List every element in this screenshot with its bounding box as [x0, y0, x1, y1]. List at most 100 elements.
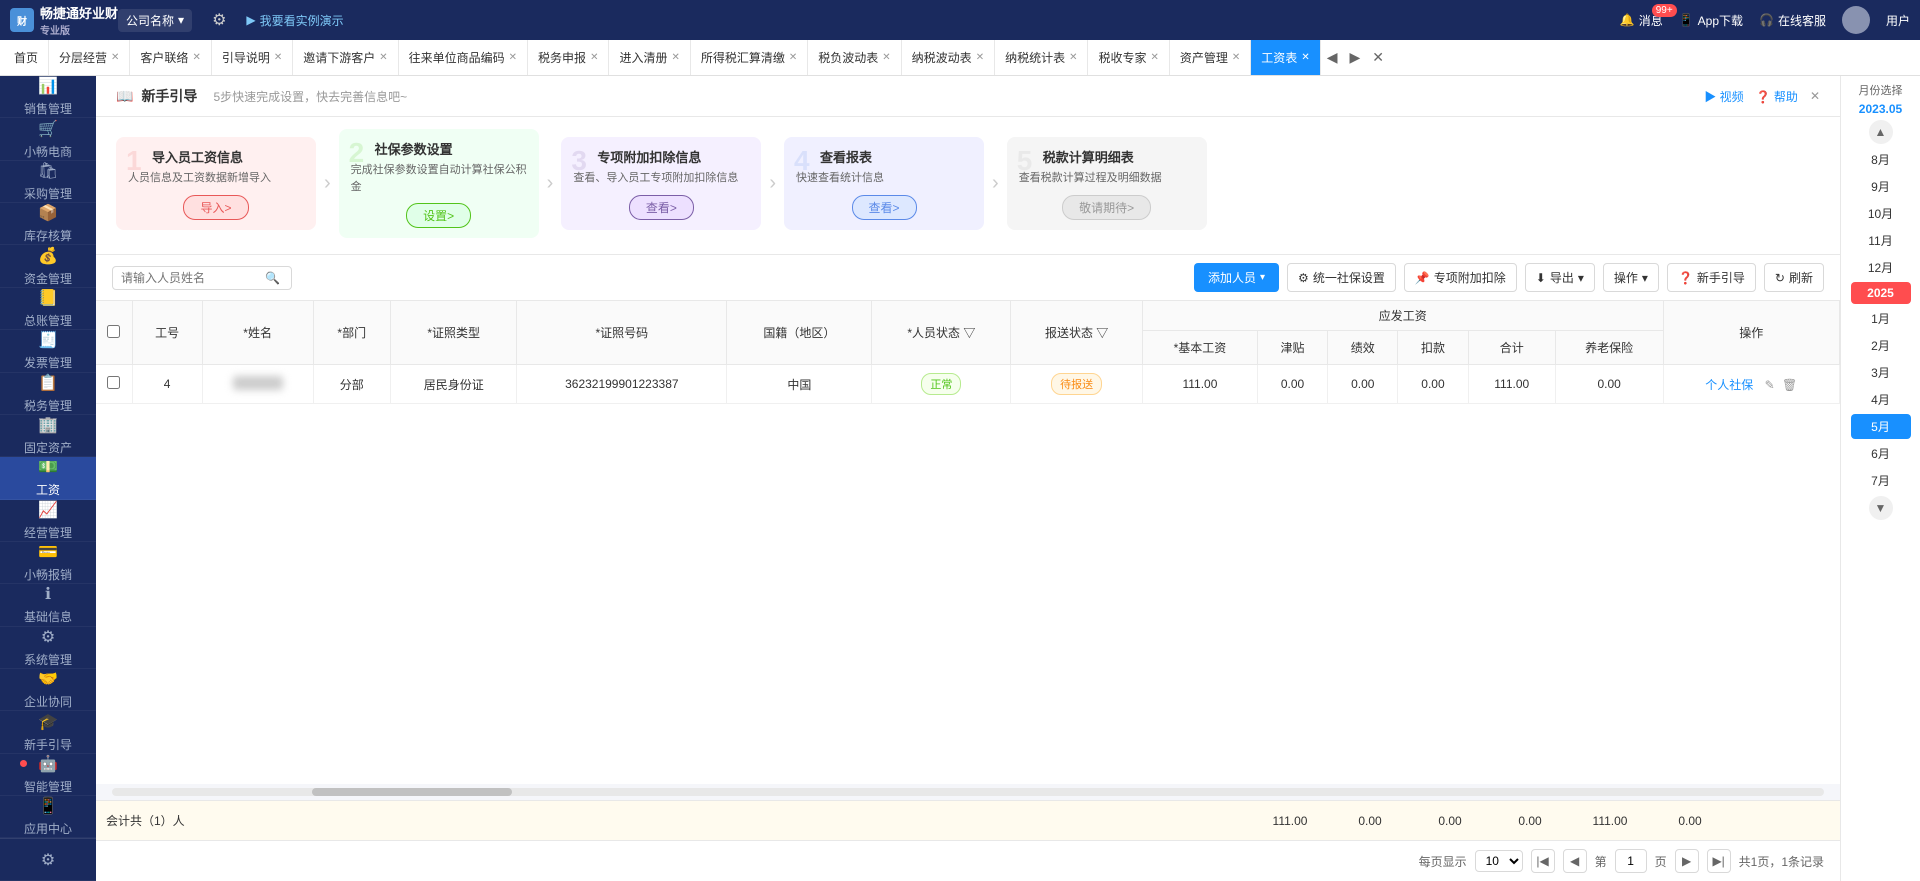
sidebar-item-purchase[interactable]: 🛍 采购管理: [0, 161, 96, 203]
step-btn-2[interactable]: 设置>: [406, 203, 471, 228]
sidebar-item-app-center[interactable]: 📱 应用中心: [0, 796, 96, 838]
next-page-btn[interactable]: ▶: [1675, 849, 1699, 873]
search-input[interactable]: [121, 271, 261, 285]
tab-qingce[interactable]: 进入清册✕: [609, 40, 690, 76]
add-person-button[interactable]: 添加人员 ▾: [1194, 263, 1279, 292]
avatar[interactable]: [1842, 6, 1870, 34]
sidebar-item-ecommerce[interactable]: 🛒 小畅电商: [0, 118, 96, 160]
sidebar-item-salary[interactable]: 💵 工资: [0, 457, 96, 499]
month-item-11[interactable]: 11月: [1851, 228, 1911, 253]
tab-close-icon[interactable]: ✕: [1151, 52, 1159, 63]
tab-close-icon[interactable]: ✕: [1069, 52, 1077, 63]
tab-next-btn[interactable]: ▶: [1343, 49, 1366, 66]
tab-home[interactable]: 首页: [4, 40, 49, 76]
export-btn[interactable]: ⬇ 导出 ▾: [1525, 263, 1595, 292]
refresh-btn[interactable]: ↻ 刷新: [1764, 263, 1824, 292]
horizontal-scrollbar[interactable]: [112, 788, 1824, 796]
sidebar-item-newbie[interactable]: 🎓 新手引导: [0, 711, 96, 753]
first-page-btn[interactable]: |◀: [1531, 849, 1555, 873]
tab-tax-wave[interactable]: 税负波动表✕: [808, 40, 901, 76]
tab-assets[interactable]: 资产管理✕: [1170, 40, 1251, 76]
app-download-button[interactable]: 📱 App下载: [1679, 12, 1743, 29]
row-checkbox[interactable]: [107, 376, 120, 389]
prev-page-btn[interactable]: ◀: [1563, 849, 1587, 873]
tab-income-tax[interactable]: 所得税汇算清缴✕: [691, 40, 808, 76]
sidebar-item-operation[interactable]: 📈 经营管理: [0, 500, 96, 542]
filter-icon[interactable]: ▽: [963, 326, 975, 340]
step-btn-3[interactable]: 查看>: [629, 195, 694, 220]
tab-close-icon[interactable]: ✕: [1232, 52, 1240, 63]
sidebar-item-finance[interactable]: 💰 资金管理: [0, 245, 96, 287]
tab-pay-wave[interactable]: 纳税波动表✕: [902, 40, 995, 76]
tab-close-icon[interactable]: ✕: [274, 52, 282, 63]
tab-invite[interactable]: 邀请下游客户✕: [293, 40, 398, 76]
step-btn-5[interactable]: 敬请期待>: [1062, 195, 1151, 220]
month-item-6[interactable]: 6月: [1851, 441, 1911, 466]
sidebar-item-sales[interactable]: 📊 销售管理: [0, 76, 96, 118]
sidebar-item-settings[interactable]: ⚙: [0, 838, 96, 881]
tab-close-all-btn[interactable]: ✕: [1366, 49, 1390, 66]
last-page-btn[interactable]: ▶|: [1707, 849, 1731, 873]
month-up-btn[interactable]: ▲: [1869, 120, 1893, 144]
message-button[interactable]: 🔔 消息 99+: [1620, 12, 1663, 29]
per-page-select[interactable]: 10 20 50: [1475, 850, 1523, 872]
tab-product-code[interactable]: 往来单位商品编码✕: [399, 40, 528, 76]
tab-pay-stat[interactable]: 纳税统计表✕: [995, 40, 1088, 76]
operation-btn[interactable]: 操作 ▾: [1603, 263, 1659, 292]
sidebar-item-system[interactable]: ⚙ 系统管理: [0, 627, 96, 669]
personal-social-security-link[interactable]: 个人社保: [1705, 378, 1753, 392]
month-item-4[interactable]: 4月: [1851, 387, 1911, 412]
month-item-8[interactable]: 8月: [1851, 147, 1911, 172]
month-item-3[interactable]: 3月: [1851, 360, 1911, 385]
help-link[interactable]: ❓ 帮助: [1756, 88, 1798, 105]
month-item-7[interactable]: 7月: [1851, 468, 1911, 493]
tab-close-icon[interactable]: ✕: [590, 52, 598, 63]
online-service-button[interactable]: 🎧 在线客服: [1759, 12, 1826, 29]
sidebar-item-collab[interactable]: 🤝 企业协同: [0, 669, 96, 711]
month-down-btn[interactable]: ▼: [1869, 496, 1893, 520]
tab-close-icon[interactable]: ✕: [509, 52, 517, 63]
sidebar-item-basic-info[interactable]: ℹ 基础信息: [0, 584, 96, 626]
sidebar-item-inventory[interactable]: 📦 库存核算: [0, 203, 96, 245]
tab-close-icon[interactable]: ✕: [882, 52, 890, 63]
tab-guide[interactable]: 引导说明✕: [212, 40, 293, 76]
step-btn-4[interactable]: 查看>: [852, 195, 917, 220]
newbie-guide-btn[interactable]: ❓ 新手引导: [1667, 263, 1756, 292]
sidebar-item-tax-mgmt[interactable]: 📋 税务管理: [0, 373, 96, 415]
edit-icon[interactable]: ✎: [1765, 378, 1775, 392]
tab-close-icon[interactable]: ✕: [111, 52, 119, 63]
sidebar-item-fixed-assets[interactable]: 🏢 固定资产: [0, 415, 96, 457]
sidebar-item-invoice[interactable]: 🧾 发票管理: [0, 330, 96, 372]
user-name[interactable]: 用户: [1886, 12, 1910, 29]
select-all-checkbox[interactable]: [107, 325, 120, 338]
delete-icon[interactable]: 🗑: [1782, 378, 1797, 392]
close-guide-btn[interactable]: ✕: [1810, 89, 1820, 103]
social-security-btn[interactable]: ⚙ 统一社保设置: [1287, 263, 1396, 292]
month-item-5[interactable]: 5月: [1851, 414, 1911, 439]
month-item-2[interactable]: 2月: [1851, 333, 1911, 358]
year-badge-2025[interactable]: 2025: [1851, 282, 1911, 304]
tab-close-icon[interactable]: ✕: [1301, 52, 1309, 63]
step-btn-1[interactable]: 导入>: [183, 195, 248, 220]
month-item-10[interactable]: 10月: [1851, 201, 1911, 226]
special-deduction-btn[interactable]: 📌 专项附加扣除: [1404, 263, 1517, 292]
tab-close-icon[interactable]: ✕: [671, 52, 679, 63]
gear-icon[interactable]: ⚙: [212, 10, 226, 30]
sidebar-item-expense[interactable]: 💳 小畅报销: [0, 542, 96, 584]
demo-link[interactable]: ▶ 我要看实例演示: [246, 12, 343, 29]
tab-tax-expert[interactable]: 税收专家✕: [1088, 40, 1169, 76]
month-item-1[interactable]: 1月: [1851, 306, 1911, 331]
tab-close-icon[interactable]: ✕: [379, 52, 387, 63]
company-dropdown[interactable]: 公司名称 ▾: [118, 9, 192, 32]
month-item-12[interactable]: 12月: [1851, 255, 1911, 280]
filter-icon[interactable]: ▽: [1096, 326, 1108, 340]
month-item-9[interactable]: 9月: [1851, 174, 1911, 199]
video-link[interactable]: ▶ 视频: [1704, 88, 1743, 105]
tab-tax[interactable]: 税务申报✕: [528, 40, 609, 76]
tab-close-icon[interactable]: ✕: [789, 52, 797, 63]
scroll-thumb[interactable]: [312, 788, 512, 796]
tab-close-icon[interactable]: ✕: [976, 52, 984, 63]
tab-fenzen[interactable]: 分层经营✕: [49, 40, 130, 76]
tab-salary[interactable]: 工资表✕: [1251, 40, 1320, 76]
tab-close-icon[interactable]: ✕: [192, 52, 200, 63]
